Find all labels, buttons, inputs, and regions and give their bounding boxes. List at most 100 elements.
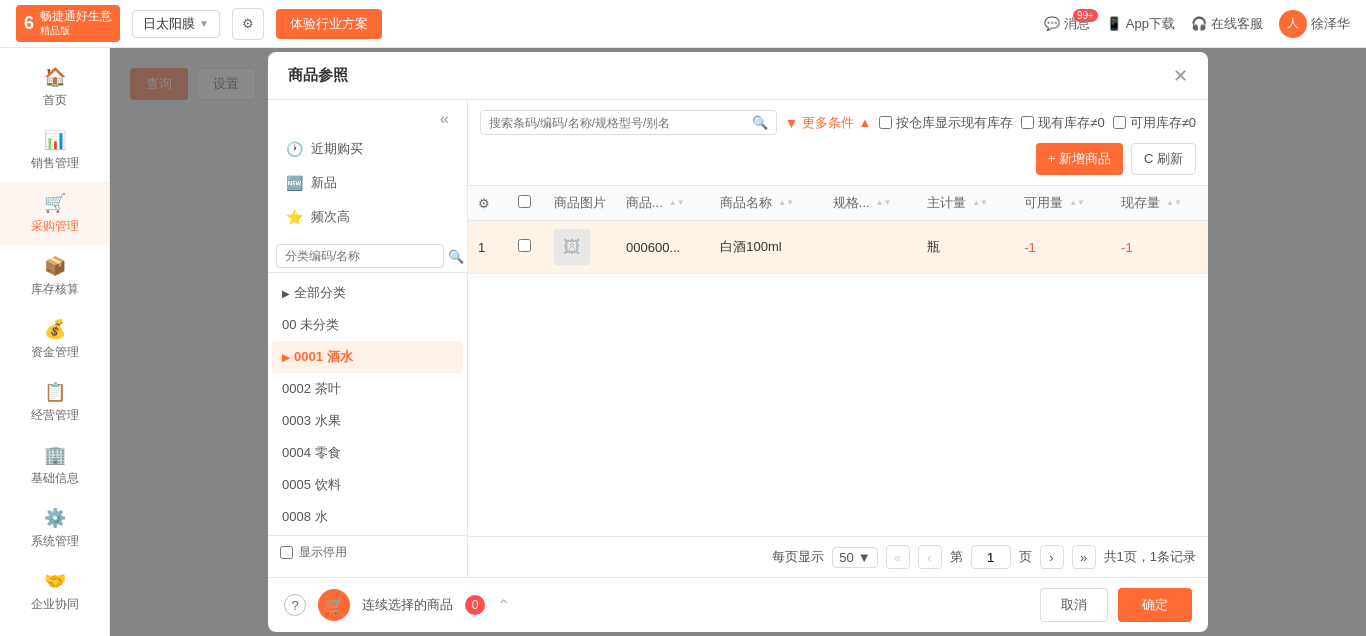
category-water[interactable]: 0008 水 <box>272 501 463 533</box>
sort-name-icon[interactable]: ▲▼ <box>778 199 794 207</box>
total-info: 共1页，1条记录 <box>1104 548 1196 566</box>
frequent-item[interactable]: ⭐ 频次高 <box>276 202 459 232</box>
cancel-button[interactable]: 取消 <box>1040 588 1108 622</box>
settings-icon[interactable]: ⚙ <box>478 196 490 211</box>
product-search-icon[interactable]: 🔍 <box>752 115 768 130</box>
checkbox-stock-label: 现有库存≠0 <box>1038 114 1104 132</box>
collapse-panel-button[interactable]: « <box>434 108 455 130</box>
category-uncategorized[interactable]: 00 未分类 <box>272 309 463 341</box>
recent-purchase-item[interactable]: 🕐 近期购买 <box>276 134 459 164</box>
checkbox-by-warehouse[interactable]: 按仓库显示现有库存 <box>879 114 1013 132</box>
modal-title: 商品参照 <box>288 66 348 85</box>
more-filter-button[interactable]: ▼ 更多条件 ▲ <box>785 114 872 132</box>
available-not-zero-checkbox[interactable] <box>1113 116 1126 129</box>
sidebar-item-basic[interactable]: 🏢 基础信息 <box>0 434 109 497</box>
table-row[interactable]: 1 🖼 000600... 白酒100ml <box>468 221 1208 274</box>
checkbox-available-label: 可用库存≠0 <box>1130 114 1196 132</box>
cart-button[interactable]: 🛒 <box>318 589 350 621</box>
last-page-button[interactable]: » <box>1072 545 1096 569</box>
confirm-button[interactable]: 确定 <box>1118 588 1192 622</box>
sidebar-item-purchase[interactable]: 🛒 采购管理 <box>0 182 109 245</box>
sort-spec-icon[interactable]: ▲▼ <box>876 199 892 207</box>
gear-button[interactable]: ⚙ <box>232 8 264 40</box>
experience-button[interactable]: 体验行业方案 <box>276 9 382 39</box>
active-arrow-icon: ▶ <box>282 352 290 363</box>
category-liquor-label: 0001 酒水 <box>294 348 353 366</box>
sidebar-label-home: 首页 <box>43 92 67 109</box>
clock-icon: 🕐 <box>286 141 303 157</box>
sort-unit-icon[interactable]: ▲▼ <box>972 199 988 207</box>
sidebar-item-inventory[interactable]: 📦 库存核算 <box>0 245 109 308</box>
add-product-button[interactable]: + 新增商品 <box>1036 143 1123 175</box>
col-checkbox <box>508 186 544 221</box>
table-header: ⚙ 商品图片 <box>468 186 1208 221</box>
chevron-down-icon: ▼ <box>199 18 209 29</box>
sidebar-item-corp[interactable]: 🤝 企业协同 <box>0 560 109 623</box>
filter-up-icon: ▲ <box>858 115 871 130</box>
basic-icon: 🏢 <box>44 444 66 466</box>
category-snacks[interactable]: 0004 零食 <box>272 437 463 469</box>
nav-selector[interactable]: 日太阳膜 ▼ <box>132 10 220 38</box>
category-drinks[interactable]: 0005 饮料 <box>272 469 463 501</box>
select-all-checkbox[interactable] <box>518 195 531 208</box>
sort-stock-icon[interactable]: ▲▼ <box>1166 199 1182 207</box>
finance-icon: 💰 <box>44 318 66 340</box>
category-liquor[interactable]: ▶ 0001 酒水 <box>272 341 463 373</box>
sidebar-item-guide[interactable]: 📖 新手引导 <box>0 623 109 636</box>
sidebar-item-sales[interactable]: 📊 销售管理 <box>0 119 109 182</box>
user-menu[interactable]: 人 徐泽华 <box>1279 10 1350 38</box>
star-icon: ⭐ <box>286 209 303 225</box>
recent-purchase-label: 近期购买 <box>311 140 363 158</box>
footer-actions: 取消 确定 <box>1040 588 1192 622</box>
avatar: 人 <box>1279 10 1307 38</box>
stock-not-zero-checkbox[interactable] <box>1021 116 1034 129</box>
checkbox-by-warehouse-label: 按仓库显示现有库存 <box>896 114 1013 132</box>
new-product-item[interactable]: 🆕 新品 <box>276 168 459 198</box>
sort-available-icon[interactable]: ▲▼ <box>1069 199 1085 207</box>
modal-close-button[interactable]: ✕ <box>1173 67 1188 85</box>
message-badge: 99+ <box>1073 9 1098 22</box>
col-unit-label: 主计量 <box>927 194 966 212</box>
product-reference-modal: 商品参照 ✕ « 🕐 近期购买 <box>268 52 1208 632</box>
col-spec-label: 规格... <box>833 194 870 212</box>
first-page-button[interactable]: « <box>886 545 910 569</box>
sidebar-label-inventory: 库存核算 <box>31 281 79 298</box>
collapse-footer-icon[interactable]: ⌃ <box>497 596 510 615</box>
per-page-value: 50 <box>839 550 853 565</box>
category-tea[interactable]: 0002 茶叶 <box>272 373 463 405</box>
cell-unit: 瓶 <box>917 221 1014 274</box>
refresh-button[interactable]: C 刷新 <box>1131 143 1196 175</box>
row-checkbox[interactable] <box>518 239 531 252</box>
checkbox-available-not-zero[interactable]: 可用库存≠0 <box>1113 114 1196 132</box>
app-download-button[interactable]: 📱 App下载 <box>1106 15 1175 33</box>
category-all[interactable]: ▶ 全部分类 <box>272 277 463 309</box>
nav-selector-label: 日太阳膜 <box>143 15 195 33</box>
product-search-input[interactable] <box>489 116 748 130</box>
prev-page-button[interactable]: ‹ <box>918 545 942 569</box>
cell-index: 1 <box>468 221 508 274</box>
modal-overlay: 商品参照 ✕ « 🕐 近期购买 <box>110 48 1366 636</box>
sidebar-item-management[interactable]: 📋 经营管理 <box>0 371 109 434</box>
message-button[interactable]: 💬 消息 99+ <box>1044 15 1090 33</box>
new-icon: 🆕 <box>286 175 303 191</box>
checkbox-stock-not-zero[interactable]: 现有库存≠0 <box>1021 114 1104 132</box>
page-input[interactable] <box>971 545 1011 569</box>
sidebar-item-finance[interactable]: 💰 资金管理 <box>0 308 109 371</box>
col-unit: 主计量 ▲▼ <box>917 186 1014 221</box>
cell-stock: -1 <box>1111 221 1208 274</box>
product-search-box[interactable]: 🔍 <box>480 110 777 135</box>
help-button[interactable]: ? <box>284 594 306 616</box>
category-search-input[interactable] <box>276 244 444 268</box>
col-image-label: 商品图片 <box>554 194 606 212</box>
show-disabled-checkbox[interactable] <box>280 546 293 559</box>
customer-service-button[interactable]: 🎧 在线客服 <box>1191 15 1263 33</box>
sidebar-item-system[interactable]: ⚙️ 系统管理 <box>0 497 109 560</box>
next-page-button[interactable]: › <box>1040 545 1064 569</box>
category-fruit[interactable]: 0003 水果 <box>272 405 463 437</box>
per-page-select[interactable]: 50 ▼ <box>832 547 877 568</box>
sort-code-icon[interactable]: ▲▼ <box>669 199 685 207</box>
by-warehouse-checkbox[interactable] <box>879 116 892 129</box>
category-search-icon[interactable]: 🔍 <box>448 249 464 264</box>
sidebar-item-home[interactable]: 🏠 首页 <box>0 56 109 119</box>
sidebar-label-purchase: 采购管理 <box>31 218 79 235</box>
